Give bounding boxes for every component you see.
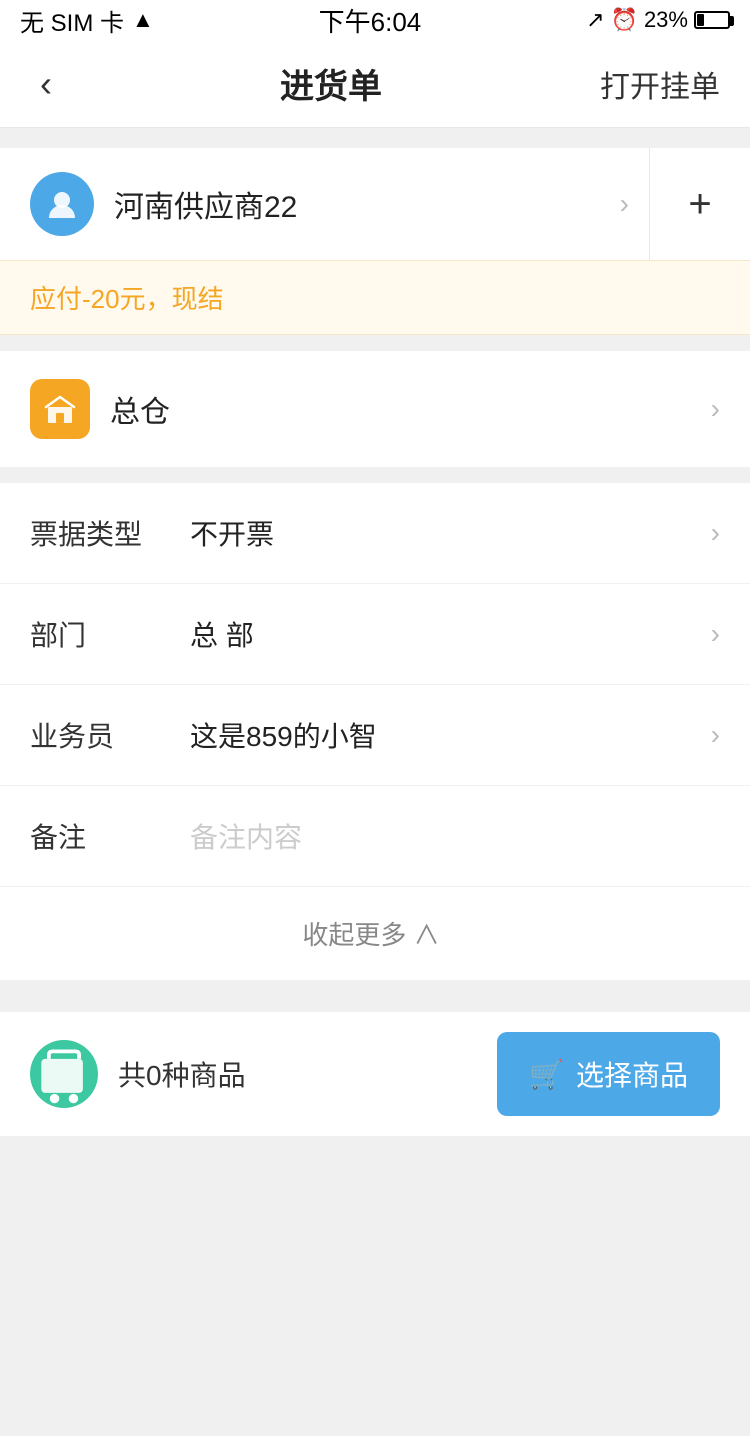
back-button[interactable]: ‹ [30, 53, 62, 115]
select-product-icon: 🛒 [529, 1058, 564, 1091]
collapse-row[interactable]: 收起更多 ∧ [0, 886, 750, 980]
open-pending-button[interactable]: 打开挂单 [600, 62, 720, 106]
section-divider-4 [0, 980, 750, 996]
invoice-type-label: 票据类型 [30, 513, 190, 553]
battery-percent: 23% [644, 7, 688, 33]
nav-bar: ‹ 进货单 打开挂单 [0, 40, 750, 128]
salesperson-chevron-icon: › [711, 719, 720, 751]
warehouse-chevron-icon: › [711, 393, 720, 425]
salesperson-value: 这是859的小智 [190, 715, 701, 755]
remark-label: 备注 [30, 816, 190, 856]
warehouse-name: 总仓 [110, 387, 701, 431]
add-icon: + [688, 182, 711, 227]
product-count-text: 共0种商品 [118, 1054, 497, 1094]
section-divider-3 [0, 467, 750, 483]
section-divider-1 [0, 128, 750, 148]
supplier-avatar [30, 172, 94, 236]
department-chevron-icon: › [711, 618, 720, 650]
carrier-text: 无 SIM 卡 [20, 3, 124, 38]
department-value: 总 部 [190, 614, 701, 654]
status-right: ↗ ⏰ 23% [586, 7, 730, 33]
product-cart-icon [30, 1040, 98, 1108]
notice-text: 应付-20元，现结 [30, 284, 224, 314]
department-row[interactable]: 部门 总 部 › [0, 584, 750, 685]
supplier-selector[interactable]: 河南供应商22 › [0, 148, 650, 260]
status-bar: 无 SIM 卡 ▲ 下午6:04 ↗ ⏰ 23% [0, 0, 750, 40]
supplier-section: 河南供应商22 › + [0, 148, 750, 260]
supplier-chevron-icon: › [620, 188, 629, 220]
status-time: 下午6:04 [319, 2, 422, 39]
select-product-button[interactable]: 🛒 选择商品 [497, 1032, 720, 1116]
department-label: 部门 [30, 614, 190, 654]
invoice-type-value: 不开票 [190, 513, 701, 553]
product-icon-container [30, 1040, 98, 1108]
battery-icon [694, 11, 730, 29]
product-bar: 共0种商品 🛒 选择商品 [0, 1012, 750, 1136]
status-left: 无 SIM 卡 ▲ [20, 3, 154, 38]
section-divider-2 [0, 335, 750, 351]
salesperson-label: 业务员 [30, 715, 190, 755]
form-section: 票据类型 不开票 › 部门 总 部 › 业务员 这是859的小智 › 备注 备注… [0, 483, 750, 886]
collapse-label: 收起更多 ∧ [302, 915, 439, 952]
invoice-type-chevron-icon: › [711, 517, 720, 549]
notice-bar: 应付-20元，现结 [0, 260, 750, 335]
gray-area [0, 1136, 750, 1436]
invoice-type-row[interactable]: 票据类型 不开票 › [0, 483, 750, 584]
salesperson-row[interactable]: 业务员 这是859的小智 › [0, 685, 750, 786]
page-title: 进货单 [280, 59, 382, 108]
location-icon: ↗ [586, 7, 604, 33]
remark-input[interactable]: 备注内容 [190, 816, 720, 856]
supplier-name: 河南供应商22 [114, 182, 610, 226]
wifi-icon: ▲ [132, 7, 154, 33]
remark-row[interactable]: 备注 备注内容 [0, 786, 750, 886]
warehouse-row[interactable]: 总仓 › [0, 351, 750, 467]
alarm-icon: ⏰ [611, 7, 638, 33]
battery-fill [697, 14, 704, 26]
warehouse-icon-container [30, 379, 90, 439]
supplier-add-button[interactable]: + [650, 182, 750, 227]
warehouse-icon [44, 393, 76, 425]
select-product-label: 选择商品 [576, 1054, 688, 1094]
supplier-avatar-icon [44, 186, 80, 222]
